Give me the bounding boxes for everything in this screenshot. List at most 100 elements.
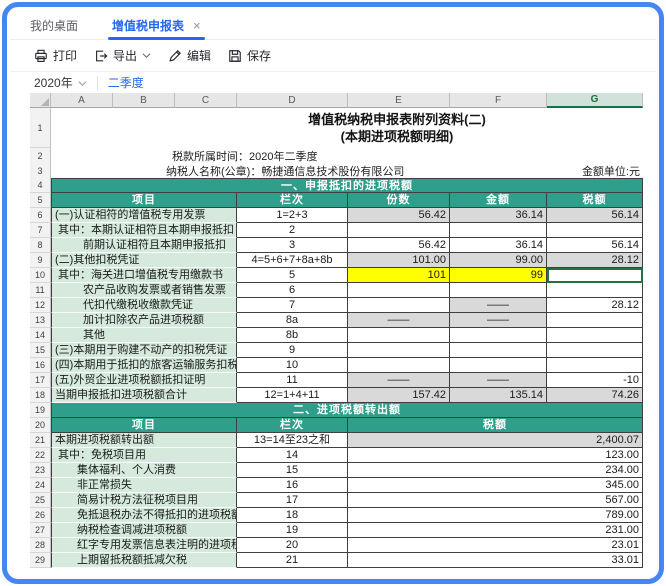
column-no-cell[interactable]: 19 xyxy=(237,523,348,538)
row-header[interactable]: 12 xyxy=(30,298,51,313)
item-label-cell[interactable]: 其中：免税项目用 xyxy=(51,448,237,463)
column-no-cell[interactable]: 15 xyxy=(237,463,348,478)
value-cell[interactable] xyxy=(450,328,547,343)
row-header[interactable]: 14 xyxy=(30,328,51,343)
year-select[interactable]: 2020年 xyxy=(34,74,87,91)
column-header-D[interactable]: D xyxy=(237,93,348,108)
value-cell[interactable] xyxy=(547,313,643,328)
item-label-cell[interactable]: 代扣代缴税收缴款凭证 xyxy=(51,298,237,313)
header-tax[interactable]: 税额 xyxy=(348,418,643,433)
column-no-cell[interactable]: 2 xyxy=(237,223,348,238)
header-tax[interactable]: 税额 xyxy=(547,193,643,208)
row-header[interactable]: 17 xyxy=(30,373,51,388)
value-cell[interactable] xyxy=(450,358,547,373)
column-no-cell[interactable]: 16 xyxy=(237,478,348,493)
row-header[interactable]: 21 xyxy=(30,433,51,448)
value-cell[interactable]: 28.12 xyxy=(547,298,643,313)
item-label-cell[interactable]: 当期申报抵扣进项税额合计 xyxy=(51,388,237,403)
value-cell[interactable]: 567.00 xyxy=(348,493,643,508)
row-header[interactable]: 13 xyxy=(30,313,51,328)
value-cell[interactable]: 33.01 xyxy=(348,553,643,568)
value-cell[interactable] xyxy=(547,223,643,238)
value-cell[interactable]: —— xyxy=(348,373,450,388)
value-cell[interactable]: 74.26 xyxy=(547,388,643,403)
save-button[interactable]: 保存 xyxy=(228,47,271,64)
row-header[interactable]: 26 xyxy=(30,508,51,523)
item-label-cell[interactable]: (五)外贸企业进项税额抵扣证明 xyxy=(51,373,237,388)
column-no-cell[interactable]: 21 xyxy=(237,553,348,568)
section1-header-cell[interactable]: 一、申报抵扣的进项税额 xyxy=(51,178,643,193)
column-no-cell[interactable]: 1=2+3 xyxy=(237,208,348,223)
row-header[interactable]: 7 xyxy=(30,223,51,238)
row-header[interactable]: 16 xyxy=(30,358,51,373)
quarter-select[interactable]: 二季度 xyxy=(108,74,144,91)
column-header-G[interactable]: G xyxy=(547,93,643,108)
value-cell[interactable]: 101 xyxy=(348,268,450,283)
export-button[interactable]: 导出 xyxy=(94,47,151,64)
value-cell[interactable]: 234.00 xyxy=(348,463,643,478)
value-cell[interactable]: 36.14 xyxy=(450,238,547,253)
item-label-cell[interactable]: 集体福利、个人消费 xyxy=(51,463,237,478)
column-no-cell[interactable]: 3 xyxy=(237,238,348,253)
header-column-no[interactable]: 栏次 xyxy=(237,193,348,208)
item-label-cell[interactable]: 农产品收购发票或者销售发票 xyxy=(51,283,237,298)
row-header[interactable]: 18 xyxy=(30,388,51,403)
column-no-cell[interactable]: 4=5+6+7+8a+8b xyxy=(237,253,348,268)
item-label-cell[interactable]: 上期留抵税额抵减欠税 xyxy=(51,553,237,568)
value-cell[interactable] xyxy=(348,328,450,343)
edit-button[interactable]: 编辑 xyxy=(168,47,211,64)
value-cell[interactable]: 2,400.07 xyxy=(348,433,643,448)
row-header[interactable]: 3 xyxy=(30,163,51,179)
row-header[interactable]: 20 xyxy=(30,418,51,433)
value-cell[interactable] xyxy=(450,283,547,298)
value-cell[interactable]: —— xyxy=(348,313,450,328)
value-cell[interactable] xyxy=(547,358,643,373)
column-no-cell[interactable]: 12=1+4+11 xyxy=(237,388,348,403)
value-cell[interactable]: 157.42 xyxy=(348,388,450,403)
column-no-cell[interactable]: 20 xyxy=(237,538,348,553)
row-header[interactable]: 6 xyxy=(30,208,51,223)
row-header[interactable]: 10 xyxy=(30,268,51,283)
row-header[interactable]: 8 xyxy=(30,238,51,253)
close-icon[interactable]: × xyxy=(193,19,201,32)
value-cell[interactable] xyxy=(547,328,643,343)
row-header[interactable]: 4 xyxy=(30,178,51,193)
tab-vat-return[interactable]: 增值税申报表 × xyxy=(108,12,205,40)
value-cell[interactable] xyxy=(547,283,643,298)
select-all-corner[interactable] xyxy=(30,93,51,108)
selected-cell[interactable] xyxy=(547,268,643,283)
value-cell[interactable]: —— xyxy=(450,373,547,388)
item-label-cell[interactable]: (一)认证相符的增值税专用发票 xyxy=(51,208,237,223)
value-cell[interactable]: 789.00 xyxy=(348,508,643,523)
item-label-cell[interactable]: 非正常损失 xyxy=(51,478,237,493)
row-header[interactable]: 9 xyxy=(30,253,51,268)
item-label-cell[interactable]: (三)本期用于购建不动产的扣税凭证 xyxy=(51,343,237,358)
row-header[interactable]: 27 xyxy=(30,523,51,538)
value-cell[interactable]: —— xyxy=(450,298,547,313)
column-no-cell[interactable]: 8a xyxy=(237,313,348,328)
row-header[interactable]: 25 xyxy=(30,493,51,508)
value-cell[interactable]: 56.42 xyxy=(348,238,450,253)
row-header[interactable]: 28 xyxy=(30,538,51,553)
value-cell[interactable]: 28.12 xyxy=(547,253,643,268)
value-cell[interactable] xyxy=(348,298,450,313)
column-no-cell[interactable]: 10 xyxy=(237,358,348,373)
row-header[interactable]: 1 xyxy=(30,108,51,148)
value-cell[interactable]: 123.00 xyxy=(348,448,643,463)
column-no-cell[interactable]: 5 xyxy=(237,268,348,283)
value-cell[interactable]: -10 xyxy=(547,373,643,388)
row-header[interactable]: 5 xyxy=(30,193,51,208)
value-cell[interactable]: 135.14 xyxy=(450,388,547,403)
header-item[interactable]: 项目 xyxy=(51,418,237,433)
section2-header-cell[interactable]: 二、进项税额转出额 xyxy=(51,403,643,418)
item-label-cell[interactable]: 前期认证相符且本期申报抵扣 xyxy=(51,238,237,253)
header-column-no[interactable]: 栏次 xyxy=(237,418,348,433)
item-label-cell[interactable]: 其他 xyxy=(51,328,237,343)
value-cell[interactable] xyxy=(348,283,450,298)
value-cell[interactable] xyxy=(547,343,643,358)
column-no-cell[interactable]: 18 xyxy=(237,508,348,523)
header-amount[interactable]: 金额 xyxy=(450,193,547,208)
row-header[interactable]: 22 xyxy=(30,448,51,463)
column-no-cell[interactable]: 11 xyxy=(237,373,348,388)
value-cell[interactable]: 99.00 xyxy=(450,253,547,268)
